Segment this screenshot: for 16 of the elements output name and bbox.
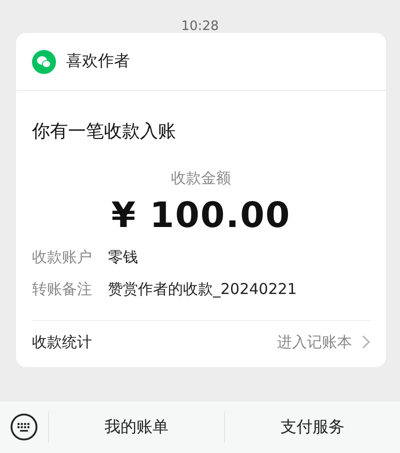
keyboard-icon[interactable] <box>10 413 38 441</box>
detail-value: 零钱 <box>108 247 138 268</box>
headline: 你有一笔收款入账 <box>32 120 177 143</box>
ledger-link[interactable]: 进入记账本 <box>277 332 352 352</box>
detail-label: 收款账户 <box>32 247 92 268</box>
chevron-icon <box>362 335 370 349</box>
message-time: 10:28 <box>180 18 220 33</box>
detail-value: 赞赏作者的收款_20240221 <box>108 279 297 300</box>
amount: ¥ 100.00 <box>110 196 292 236</box>
stats-label: 收款统计 <box>32 332 93 352</box>
sender-name: 喜欢作者 <box>66 51 130 72</box>
chat-logo-icon <box>32 50 56 74</box>
detail-label: 转账备注 <box>32 279 92 300</box>
menu-item[interactable]: 我的账单 <box>104 416 168 438</box>
menu-item[interactable]: 支付服务 <box>280 416 344 438</box>
amount-label: 收款金额 <box>170 169 232 188</box>
